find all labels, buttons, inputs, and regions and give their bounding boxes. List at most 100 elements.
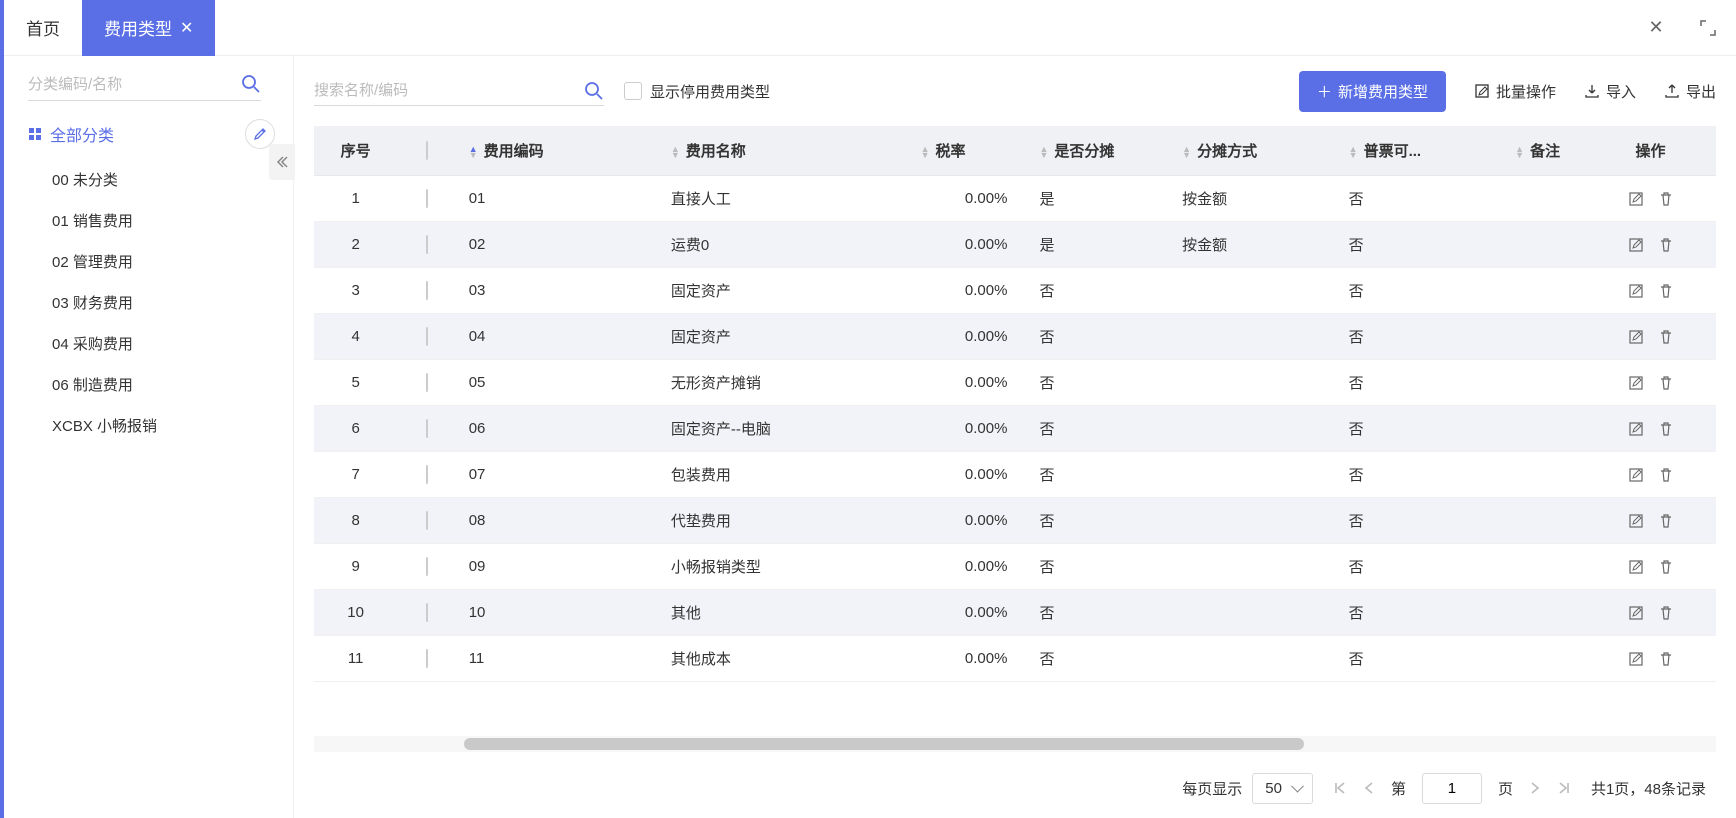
edit-icon[interactable] [1628, 375, 1644, 391]
tab-expense-type[interactable]: 费用类型 ✕ [82, 0, 215, 56]
next-page-icon[interactable] [1529, 781, 1541, 795]
edit-icon[interactable] [1628, 191, 1644, 207]
checkbox-icon[interactable] [426, 235, 428, 254]
table-row: 1111其他成本0.00%否否 [314, 636, 1716, 682]
cell-name: 直接人工 [659, 176, 909, 222]
delete-icon[interactable] [1658, 375, 1674, 391]
tab-home[interactable]: 首页 [4, 0, 82, 56]
delete-icon[interactable] [1658, 605, 1674, 621]
cell-checkbox[interactable] [397, 268, 456, 314]
th-rate[interactable]: ▲▼税率 [909, 126, 1028, 176]
import-button[interactable]: 导入 [1584, 81, 1636, 102]
checkbox-icon[interactable] [426, 373, 428, 392]
delete-icon[interactable] [1658, 237, 1674, 253]
page-size-select[interactable]: 50 [1252, 773, 1313, 804]
search-icon[interactable] [584, 81, 604, 101]
cell-checkbox[interactable] [397, 406, 456, 452]
sidebar-item[interactable]: XCBX 小畅报销 [52, 405, 283, 446]
first-page-icon[interactable] [1333, 781, 1347, 795]
delete-icon[interactable] [1658, 559, 1674, 575]
delete-icon[interactable] [1658, 421, 1674, 437]
delete-icon[interactable] [1658, 513, 1674, 529]
edit-icon[interactable] [1628, 467, 1644, 483]
th-share[interactable]: ▲▼是否分摊 [1027, 126, 1170, 176]
scrollbar-thumb[interactable] [464, 738, 1304, 750]
content-search [314, 77, 604, 106]
checkbox-icon[interactable] [426, 557, 428, 576]
delete-icon[interactable] [1658, 283, 1674, 299]
sidebar-item[interactable]: 01 销售费用 [52, 200, 283, 241]
th-method[interactable]: ▲▼分摊方式 [1170, 126, 1336, 176]
checkbox-icon[interactable] [624, 82, 642, 100]
expand-icon[interactable] [1690, 10, 1726, 46]
th-select-all[interactable] [397, 126, 456, 176]
checkbox-icon[interactable] [426, 511, 428, 530]
checkbox-icon[interactable] [426, 141, 428, 160]
export-button[interactable]: 导出 [1664, 81, 1716, 102]
cell-checkbox[interactable] [397, 360, 456, 406]
th-name[interactable]: ▲▼费用名称 [659, 126, 909, 176]
tree-root-label: 全部分类 [50, 122, 114, 146]
edit-icon[interactable] [1628, 283, 1644, 299]
close-icon[interactable]: ✕ [180, 18, 193, 38]
cell-checkbox[interactable] [397, 222, 456, 268]
cell-seq: 7 [314, 452, 397, 498]
batch-operation-button[interactable]: 批量操作 [1474, 81, 1556, 102]
th-note[interactable]: ▲▼备注 [1503, 126, 1585, 176]
edit-icon[interactable] [1628, 605, 1644, 621]
sidebar-item[interactable]: 00 未分类 [52, 159, 283, 200]
content-search-input[interactable] [314, 82, 584, 99]
cell-share: 否 [1027, 590, 1170, 636]
cell-invoice: 否 [1337, 498, 1503, 544]
checkbox-icon[interactable] [426, 189, 428, 208]
sidebar-item[interactable]: 02 管理费用 [52, 241, 283, 282]
cell-rate: 0.00% [909, 452, 1028, 498]
tree-root[interactable]: 全部分类 [28, 119, 283, 149]
delete-icon[interactable] [1658, 467, 1674, 483]
delete-icon[interactable] [1658, 329, 1674, 345]
delete-icon[interactable] [1658, 651, 1674, 667]
close-all-tabs-icon[interactable]: ✕ [1638, 10, 1674, 46]
edit-icon[interactable] [1628, 513, 1644, 529]
sidebar-item[interactable]: 04 采购费用 [52, 323, 283, 364]
checkbox-icon[interactable] [426, 281, 428, 300]
last-page-icon[interactable] [1557, 781, 1571, 795]
cell-checkbox[interactable] [397, 498, 456, 544]
table-row: 808代垫费用0.00%否否 [314, 498, 1716, 544]
edit-icon[interactable] [1628, 329, 1644, 345]
sidebar-item[interactable]: 03 财务费用 [52, 282, 283, 323]
sidebar-item[interactable]: 06 制造费用 [52, 364, 283, 405]
delete-icon[interactable] [1658, 191, 1674, 207]
edit-icon[interactable] [1628, 651, 1644, 667]
prev-page-icon[interactable] [1363, 781, 1375, 795]
checkbox-icon[interactable] [426, 603, 428, 622]
checkbox-icon[interactable] [426, 327, 428, 346]
collapse-sidebar-button[interactable] [269, 144, 295, 180]
th-seq[interactable]: 序号 [314, 126, 397, 176]
horizontal-scrollbar[interactable] [314, 736, 1716, 752]
checkbox-icon[interactable] [426, 465, 428, 484]
checkbox-icon[interactable] [426, 419, 428, 438]
cell-checkbox[interactable] [397, 314, 456, 360]
cell-checkbox[interactable] [397, 590, 456, 636]
cell-seq: 8 [314, 498, 397, 544]
cell-share: 否 [1027, 314, 1170, 360]
edit-icon[interactable] [1628, 421, 1644, 437]
add-expense-type-button[interactable]: ＋ 新增费用类型 [1299, 71, 1446, 112]
edit-icon[interactable] [1628, 559, 1644, 575]
cell-checkbox[interactable] [397, 544, 456, 590]
checkbox-icon[interactable] [426, 649, 428, 668]
cell-checkbox[interactable] [397, 176, 456, 222]
cell-checkbox[interactable] [397, 452, 456, 498]
cell-checkbox[interactable] [397, 636, 456, 682]
cell-invoice: 否 [1337, 176, 1503, 222]
cell-code: 01 [457, 176, 659, 222]
sidebar-search-input[interactable] [28, 76, 241, 93]
edit-icon[interactable] [1628, 237, 1644, 253]
cell-note [1503, 406, 1585, 452]
th-invoice[interactable]: ▲▼普票可... [1337, 126, 1503, 176]
page-input[interactable] [1422, 773, 1482, 804]
show-disabled-checkbox[interactable]: 显示停用费用类型 [624, 81, 770, 102]
search-icon[interactable] [241, 74, 261, 94]
th-code[interactable]: ▲▼费用编码 [457, 126, 659, 176]
